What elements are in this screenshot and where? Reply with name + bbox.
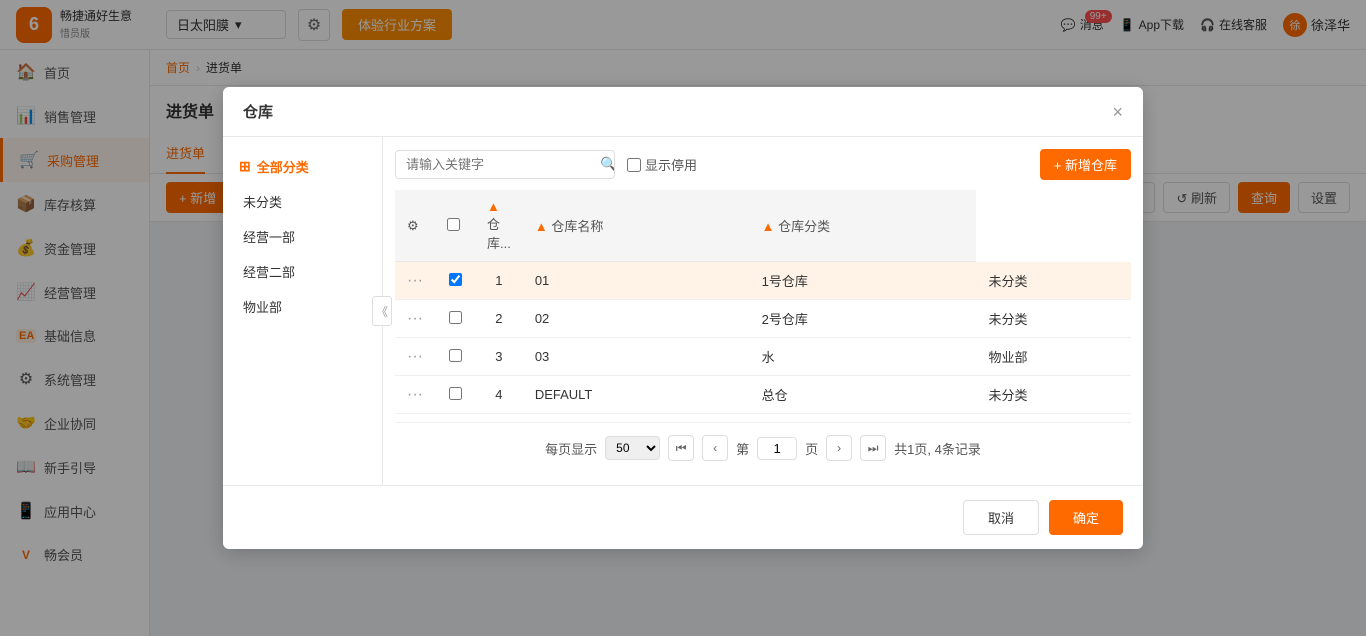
table-toolbar: 🔍 显示停用 + 新增仓库 [395, 149, 1131, 180]
row-category: 未分类 [976, 262, 1131, 300]
close-icon[interactable]: × [1112, 103, 1123, 121]
more-icon[interactable]: ··· [407, 310, 423, 327]
more-icon[interactable]: ··· [407, 272, 423, 289]
row-gear: ··· [395, 300, 435, 338]
category-item-3[interactable]: 物业部 [223, 289, 382, 324]
row-gear: ··· [395, 338, 435, 376]
row-code: 02 [523, 300, 750, 338]
first-page-btn[interactable]: ⏮ [668, 435, 694, 461]
col-code: ▲ 仓库... [475, 190, 523, 262]
search-box: 🔍 [395, 150, 615, 179]
col-category: ▲ 仓库分类 [750, 190, 977, 262]
dialog-title: 仓库 [243, 101, 273, 122]
row-name: 1号仓库 [750, 262, 977, 300]
row-name: 水 [750, 338, 977, 376]
col-gear: ⚙ [395, 190, 435, 262]
more-icon[interactable]: ··· [407, 348, 423, 365]
row-checkbox[interactable] [449, 311, 462, 324]
search-button[interactable]: 🔍 [592, 151, 615, 178]
table-row[interactable]: ··· 3 03 水 物业部 [395, 338, 1131, 376]
page-suffix: 页 [805, 439, 818, 458]
row-code: 03 [523, 338, 750, 376]
row-code: 01 [523, 262, 750, 300]
more-icon[interactable]: ··· [407, 386, 423, 403]
dialog-body: ⊞ 全部分类 未分类 经营一部 经营二部 物业部 《 🔍 [223, 137, 1143, 485]
search-input[interactable] [396, 152, 592, 177]
row-num: 4 [475, 376, 523, 414]
row-num: 1 [475, 262, 523, 300]
table-panel: 🔍 显示停用 + 新增仓库 ⚙ [383, 137, 1143, 485]
dialog-overlay: 仓库 × ⊞ 全部分类 未分类 经营一部 经营二部 物业部 《 [0, 0, 1366, 636]
category-panel: ⊞ 全部分类 未分类 经营一部 经营二部 物业部 《 [223, 137, 383, 485]
row-code: DEFAULT [523, 376, 750, 414]
row-category: 物业部 [976, 338, 1131, 376]
row-category: 未分类 [976, 376, 1131, 414]
category-item-0[interactable]: 未分类 [223, 184, 382, 219]
warehouse-dialog: 仓库 × ⊞ 全部分类 未分类 经营一部 经营二部 物业部 《 [223, 87, 1143, 549]
col-check [435, 190, 475, 262]
row-check [435, 338, 475, 376]
confirm-button[interactable]: 确定 [1049, 500, 1123, 535]
select-all-checkbox[interactable] [447, 218, 460, 231]
show-disabled-label[interactable]: 显示停用 [627, 155, 697, 174]
total-label: 共1页, 4条记录 [894, 439, 981, 458]
per-page-label: 每页显示 [545, 439, 597, 458]
sort-icon-name: ▲ [535, 219, 548, 234]
cancel-button[interactable]: 取消 [963, 500, 1039, 535]
row-gear: ··· [395, 376, 435, 414]
page-input[interactable] [757, 437, 797, 460]
table-row[interactable]: ··· 2 02 2号仓库 未分类 [395, 300, 1131, 338]
grid-icon: ⊞ [239, 158, 251, 175]
row-checkbox[interactable] [449, 273, 462, 286]
collapse-button[interactable]: 《 [372, 296, 392, 326]
dialog-footer: 取消 确定 [223, 485, 1143, 549]
row-category: 未分类 [976, 300, 1131, 338]
row-name: 2号仓库 [750, 300, 977, 338]
col-name: ▲ 仓库名称 [523, 190, 750, 262]
gear-icon: ⚙ [407, 218, 419, 233]
row-num: 3 [475, 338, 523, 376]
all-category-header[interactable]: ⊞ 全部分类 [223, 149, 382, 184]
sort-icon-cat: ▲ [762, 219, 775, 234]
pagination: 每页显示 50 100 ⏮ ‹ 第 页 › ⏭ 共1页, 4条记录 [395, 422, 1131, 473]
row-checkbox[interactable] [449, 387, 462, 400]
row-check [435, 300, 475, 338]
row-num: 2 [475, 300, 523, 338]
table-row[interactable]: ··· 1 01 1号仓库 未分类 [395, 262, 1131, 300]
prev-page-btn[interactable]: ‹ [702, 435, 728, 461]
row-gear: ··· [395, 262, 435, 300]
show-disabled-checkbox[interactable] [627, 158, 641, 172]
page-label: 第 [736, 439, 749, 458]
table-row[interactable]: ··· 4 DEFAULT 总仓 未分类 [395, 376, 1131, 414]
row-check [435, 262, 475, 300]
last-page-btn[interactable]: ⏭ [860, 435, 886, 461]
row-check [435, 376, 475, 414]
dialog-header: 仓库 × [223, 87, 1143, 137]
next-page-btn[interactable]: › [826, 435, 852, 461]
all-category-label: 全部分类 [257, 157, 309, 176]
row-name: 总仓 [750, 376, 977, 414]
warehouse-table: ⚙ ▲ 仓库... ▲ 仓库名称 ▲ [395, 190, 1131, 414]
per-page-select[interactable]: 50 100 [605, 436, 660, 460]
row-checkbox[interactable] [449, 349, 462, 362]
add-warehouse-button[interactable]: + 新增仓库 [1040, 149, 1131, 180]
category-item-1[interactable]: 经营一部 [223, 219, 382, 254]
sort-icon: ▲ [487, 199, 500, 214]
category-item-2[interactable]: 经营二部 [223, 254, 382, 289]
